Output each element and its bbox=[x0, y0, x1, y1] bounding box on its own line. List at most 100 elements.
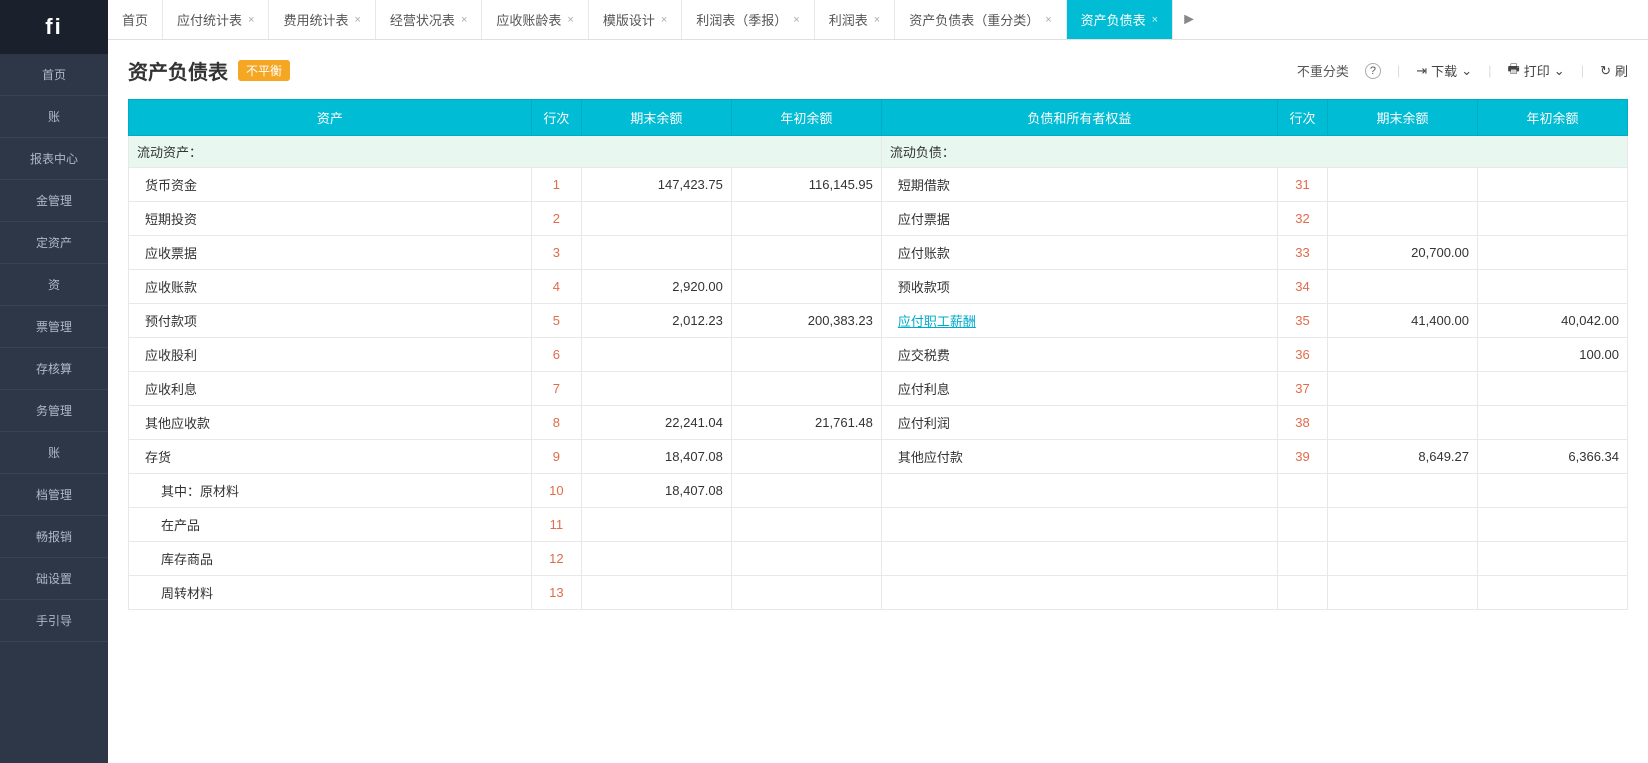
left-end-balance: 18,407.08 bbox=[581, 474, 731, 508]
tab-scroll-right[interactable]: ► bbox=[1173, 11, 1205, 29]
sidebar-item-fixed-assets[interactable]: 定资产 bbox=[0, 222, 108, 264]
refresh-button[interactable]: ↻ 刷 bbox=[1600, 61, 1628, 80]
sidebar-item-report-center[interactable]: 报表中心 bbox=[0, 138, 108, 180]
unbalanced-badge: 不平衡 bbox=[238, 60, 290, 81]
left-row-num: 4 bbox=[531, 270, 581, 304]
left-end-balance: 22,241.04 bbox=[581, 406, 731, 440]
tab-payable-stats[interactable]: 应付统计表 × bbox=[163, 0, 269, 40]
right-begin-balance bbox=[1478, 236, 1628, 270]
right-end-balance bbox=[1328, 372, 1478, 406]
tab-expense-stats-close[interactable]: × bbox=[354, 14, 360, 26]
header-row-num-right: 行次 bbox=[1278, 100, 1328, 136]
sidebar-item-guide[interactable]: 手引导 bbox=[0, 600, 108, 642]
table-row[interactable]: 其他应收款822,241.0421,761.48应付利润38 bbox=[129, 406, 1628, 440]
tab-receivable-aging[interactable]: 应收账龄表 × bbox=[482, 0, 588, 40]
right-begin-balance: 100.00 bbox=[1478, 338, 1628, 372]
tab-template-design[interactable]: 模版设计 × bbox=[589, 0, 682, 40]
right-row-num: 33 bbox=[1278, 236, 1328, 270]
table-row[interactable]: 在产品11 bbox=[129, 508, 1628, 542]
help-icon[interactable]: ? bbox=[1365, 63, 1381, 79]
table-row[interactable]: 其中：原材料1018,407.08 bbox=[129, 474, 1628, 508]
page-content: 资产负债表 不平衡 不重分类 ? | ⇥ 下载 ⌄ | 🖶 打印 ⌄ | bbox=[108, 40, 1648, 763]
print-button[interactable]: 🖶 打印 ⌄ bbox=[1507, 60, 1564, 82]
tab-balance[interactable]: 资产负债表 × bbox=[1067, 0, 1173, 40]
left-name: 库存商品 bbox=[129, 542, 532, 576]
right-row-num: 35 bbox=[1278, 304, 1328, 338]
sidebar-item-home[interactable]: 首页 bbox=[0, 54, 108, 96]
right-end-balance bbox=[1328, 474, 1478, 508]
left-name: 周转材料 bbox=[129, 576, 532, 610]
tab-home[interactable]: 首页 bbox=[108, 0, 163, 40]
tab-payable-stats-close[interactable]: × bbox=[248, 14, 254, 26]
right-end-balance bbox=[1328, 202, 1478, 236]
right-name bbox=[881, 542, 1277, 576]
sidebar-item-settings[interactable]: 础设置 bbox=[0, 558, 108, 600]
sidebar-item-assets[interactable]: 资 bbox=[0, 264, 108, 306]
right-name: 应交税费 bbox=[881, 338, 1277, 372]
left-name: 短期投资 bbox=[129, 202, 532, 236]
table-row[interactable]: 应收利息7应付利息37 bbox=[129, 372, 1628, 406]
right-begin-balance bbox=[1478, 542, 1628, 576]
tab-operation-status[interactable]: 经营状况表 × bbox=[376, 0, 482, 40]
print-label: 打印 bbox=[1524, 61, 1550, 80]
header-end-balance-right: 期末余额 bbox=[1328, 100, 1478, 136]
tab-balance-reclassify-label: 资产负债表（重分类） bbox=[909, 10, 1039, 29]
tab-expense-stats[interactable]: 费用统计表 × bbox=[269, 0, 375, 40]
sidebar-item-account[interactable]: 账 bbox=[0, 96, 108, 138]
right-end-balance bbox=[1328, 406, 1478, 440]
table-row[interactable]: 存货918,407.08其他应付款398,649.276,366.34 bbox=[129, 440, 1628, 474]
left-name: 存货 bbox=[129, 440, 532, 474]
sidebar-item-ledger[interactable]: 账 bbox=[0, 432, 108, 474]
left-row-num: 3 bbox=[531, 236, 581, 270]
tab-balance-reclassify-close[interactable]: × bbox=[1045, 14, 1051, 26]
table-row[interactable]: 应收账款42,920.00预收款项34 bbox=[129, 270, 1628, 304]
tab-profit-quarterly[interactable]: 利润表（季报） × bbox=[682, 0, 814, 40]
download-button[interactable]: ⇥ 下载 ⌄ bbox=[1416, 61, 1472, 80]
tab-template-design-label: 模版设计 bbox=[603, 10, 655, 29]
report-table: 资产 行次 期末余额 年初余额 负债和所有者权益 行次 期末余额 年初余额 流动… bbox=[128, 99, 1628, 610]
table-row[interactable]: 应收票据3应付账款3320,700.00 bbox=[129, 236, 1628, 270]
no-reclassify-label[interactable]: 不重分类 bbox=[1297, 61, 1349, 80]
tab-receivable-aging-close[interactable]: × bbox=[567, 14, 573, 26]
tab-balance-reclassify[interactable]: 资产负债表（重分类） × bbox=[895, 0, 1066, 40]
left-begin-balance bbox=[731, 372, 881, 406]
table-row[interactable]: 预付款项52,012.23200,383.23应付职工薪酬3541,400.00… bbox=[129, 304, 1628, 338]
page-title: 资产负债表 bbox=[128, 56, 228, 85]
left-end-balance: 2,012.23 bbox=[581, 304, 731, 338]
left-end-balance bbox=[581, 236, 731, 270]
tab-balance-close[interactable]: × bbox=[1152, 14, 1158, 26]
left-end-balance bbox=[581, 508, 731, 542]
table-row[interactable]: 货币资金1147,423.75116,145.95短期借款31 bbox=[129, 168, 1628, 202]
table-row[interactable]: 库存商品12 bbox=[129, 542, 1628, 576]
print-chevron: ⌄ bbox=[1554, 63, 1565, 79]
tab-profit[interactable]: 利润表 × bbox=[815, 0, 895, 40]
sidebar-item-biz[interactable]: 务管理 bbox=[0, 390, 108, 432]
right-end-balance bbox=[1328, 542, 1478, 576]
sidebar-item-inventory[interactable]: 存核算 bbox=[0, 348, 108, 390]
left-begin-balance: 116,145.95 bbox=[731, 168, 881, 202]
section-current-liabilities-label: 流动负债： bbox=[881, 136, 1627, 168]
right-name bbox=[881, 576, 1277, 610]
tab-operation-status-close[interactable]: × bbox=[461, 14, 467, 26]
table-row[interactable]: 应收股利6应交税费36100.00 bbox=[129, 338, 1628, 372]
sidebar-item-ticket[interactable]: 票管理 bbox=[0, 306, 108, 348]
sidebar-item-fund[interactable]: 金管理 bbox=[0, 180, 108, 222]
tab-profit-close[interactable]: × bbox=[874, 14, 880, 26]
divider-1: | bbox=[1397, 63, 1400, 78]
right-name: 应付利息 bbox=[881, 372, 1277, 406]
right-begin-balance bbox=[1478, 168, 1628, 202]
download-label: 下载 bbox=[1431, 61, 1457, 80]
tab-template-design-close[interactable]: × bbox=[661, 14, 667, 26]
download-icon: ⇥ bbox=[1416, 63, 1427, 79]
tab-profit-quarterly-close[interactable]: × bbox=[793, 14, 799, 26]
table-row[interactable]: 短期投资2应付票据32 bbox=[129, 202, 1628, 236]
right-name: 预收款项 bbox=[881, 270, 1277, 304]
refresh-icon: ↻ bbox=[1600, 63, 1611, 79]
right-end-balance bbox=[1328, 576, 1478, 610]
left-row-num: 5 bbox=[531, 304, 581, 338]
right-begin-balance: 6,366.34 bbox=[1478, 440, 1628, 474]
tab-balance-label: 资产负债表 bbox=[1081, 10, 1146, 29]
sidebar-item-doc[interactable]: 档管理 bbox=[0, 474, 108, 516]
sidebar-item-expense[interactable]: 畅报销 bbox=[0, 516, 108, 558]
table-row[interactable]: 周转材料13 bbox=[129, 576, 1628, 610]
